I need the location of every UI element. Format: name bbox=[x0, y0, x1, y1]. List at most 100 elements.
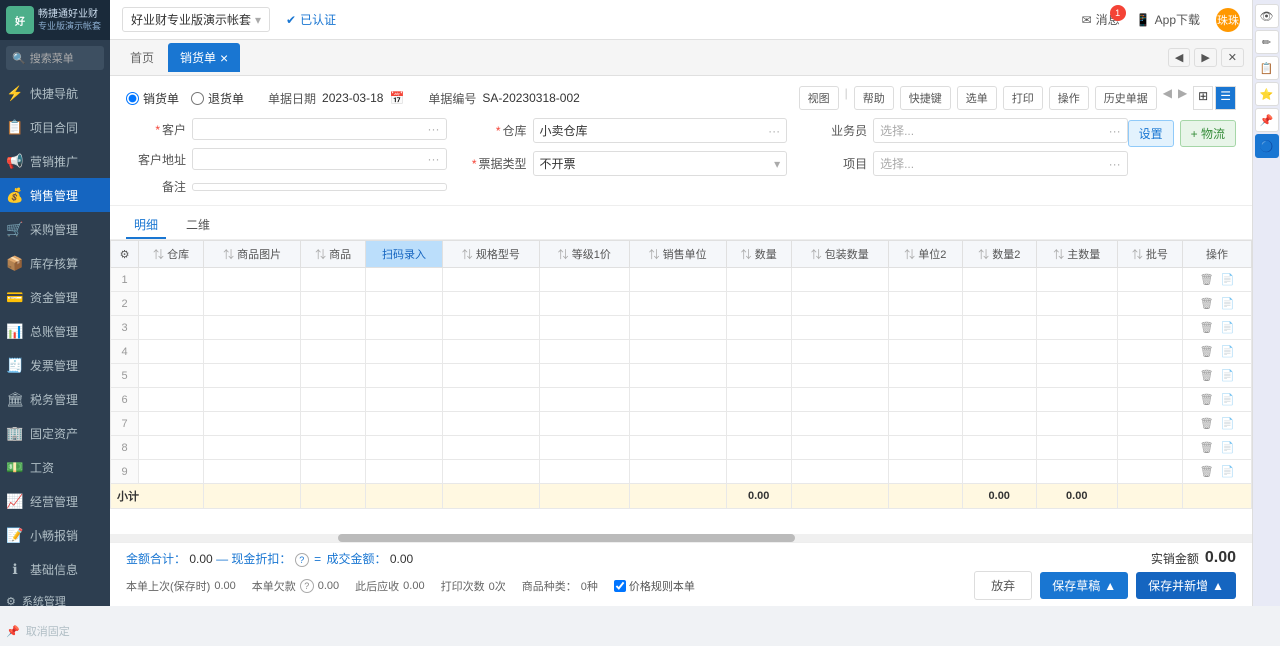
shortcut-button[interactable]: 快捷键 bbox=[900, 86, 951, 110]
tab-close-icon[interactable]: × bbox=[220, 50, 228, 66]
row-image[interactable] bbox=[204, 364, 301, 388]
right-panel-btn1[interactable]: 👁 bbox=[1255, 4, 1279, 28]
row-spec[interactable] bbox=[442, 460, 539, 484]
row-qty[interactable] bbox=[726, 268, 791, 292]
row-warehouse[interactable] bbox=[139, 340, 204, 364]
right-panel-btn5[interactable]: 📌 bbox=[1255, 108, 1279, 132]
sidebar-item-ledger[interactable]: 📊 总账管理 bbox=[0, 314, 110, 348]
row-qty2[interactable] bbox=[962, 364, 1036, 388]
tab-next-button[interactable]: ▶ bbox=[1194, 48, 1216, 67]
row-product[interactable] bbox=[301, 364, 366, 388]
row-main-qty[interactable] bbox=[1036, 460, 1117, 484]
row-scan[interactable] bbox=[366, 340, 443, 364]
row-scan[interactable] bbox=[366, 292, 443, 316]
row-image[interactable] bbox=[204, 268, 301, 292]
company-selector[interactable]: 好业财专业版演示帐套 ▾ bbox=[122, 7, 270, 32]
sidebar-item-marketing[interactable]: 📢 营销推广 bbox=[0, 144, 110, 178]
row-price1[interactable] bbox=[539, 316, 629, 340]
row-qty2[interactable] bbox=[962, 412, 1036, 436]
row-warehouse[interactable] bbox=[139, 388, 204, 412]
sidebar-item-assets[interactable]: 🏢 固定资产 bbox=[0, 416, 110, 450]
row-unit[interactable] bbox=[629, 340, 726, 364]
row-ops[interactable]: 🗑 📄 bbox=[1182, 364, 1251, 388]
sidebar-item-purchase[interactable]: 🛒 采购管理 bbox=[0, 212, 110, 246]
row-spec[interactable] bbox=[442, 268, 539, 292]
tab-home[interactable]: 首页 bbox=[118, 43, 166, 72]
row-scan[interactable] bbox=[366, 388, 443, 412]
row-product[interactable] bbox=[301, 412, 366, 436]
row-ops[interactable]: 🗑 📄 bbox=[1182, 292, 1251, 316]
row-warehouse[interactable] bbox=[139, 292, 204, 316]
row-warehouse[interactable] bbox=[139, 268, 204, 292]
copy-icon[interactable]: 📄 bbox=[1221, 370, 1235, 382]
row-unit2[interactable] bbox=[888, 292, 962, 316]
delete-icon[interactable]: 🗑 bbox=[1200, 322, 1214, 334]
row-unit2[interactable] bbox=[888, 388, 962, 412]
right-panel-btn3[interactable]: 📋 bbox=[1255, 56, 1279, 80]
row-unit[interactable] bbox=[629, 412, 726, 436]
row-main-qty[interactable] bbox=[1036, 364, 1117, 388]
search-menu-button[interactable]: 🔍 搜索菜单 bbox=[6, 46, 104, 70]
user-avatar[interactable]: 珠珠 bbox=[1216, 8, 1240, 32]
row-batch[interactable] bbox=[1117, 292, 1182, 316]
row-scan[interactable] bbox=[366, 436, 443, 460]
row-ops[interactable]: 🗑 📄 bbox=[1182, 460, 1251, 484]
row-batch[interactable] bbox=[1117, 388, 1182, 412]
customer-input[interactable]: ··· bbox=[192, 118, 447, 140]
sidebar-item-basic[interactable]: ℹ 基础信息 bbox=[0, 552, 110, 586]
delete-icon[interactable]: 🗑 bbox=[1200, 346, 1214, 358]
row-spec[interactable] bbox=[442, 364, 539, 388]
row-image[interactable] bbox=[204, 316, 301, 340]
row-price1[interactable] bbox=[539, 292, 629, 316]
row-pack-qty[interactable] bbox=[791, 436, 888, 460]
row-spec[interactable] bbox=[442, 412, 539, 436]
sidebar-item-quick-nav[interactable]: ⚡ 快捷导航 bbox=[0, 76, 110, 110]
sidebar-item-tax[interactable]: 🏛 税务管理 bbox=[0, 382, 110, 416]
save-draft-button[interactable]: 保存草稿 ▲ bbox=[1040, 572, 1128, 599]
row-spec[interactable] bbox=[442, 316, 539, 340]
row-batch[interactable] bbox=[1117, 316, 1182, 340]
salesman-input[interactable]: 选择... ··· bbox=[873, 118, 1128, 143]
row-product[interactable] bbox=[301, 388, 366, 412]
add-logistics-button[interactable]: + 物流 bbox=[1180, 120, 1236, 147]
row-unit2[interactable] bbox=[888, 316, 962, 340]
row-spec[interactable] bbox=[442, 340, 539, 364]
row-ops[interactable]: 🗑 📄 bbox=[1182, 436, 1251, 460]
row-scan[interactable] bbox=[366, 364, 443, 388]
row-unit2[interactable] bbox=[888, 436, 962, 460]
sidebar-item-system[interactable]: ⚙ 系统管理 bbox=[0, 586, 110, 616]
copy-icon[interactable]: 📄 bbox=[1221, 298, 1235, 310]
settings-button[interactable]: 设置 bbox=[1128, 120, 1174, 147]
row-scan[interactable] bbox=[366, 460, 443, 484]
invoice-select[interactable]: 不开票 ▾ bbox=[533, 151, 788, 176]
sidebar-item-sales[interactable]: 💰 销售管理 bbox=[0, 178, 110, 212]
row-qty[interactable] bbox=[726, 460, 791, 484]
delete-icon[interactable]: 🗑 bbox=[1200, 394, 1214, 406]
row-batch[interactable] bbox=[1117, 364, 1182, 388]
row-pack-qty[interactable] bbox=[791, 364, 888, 388]
calendar-icon[interactable]: 📅 bbox=[389, 91, 404, 105]
row-pack-qty[interactable] bbox=[791, 292, 888, 316]
copy-icon[interactable]: 📄 bbox=[1221, 346, 1235, 358]
row-ops[interactable]: 🗑 📄 bbox=[1182, 268, 1251, 292]
radio-sale-input[interactable] bbox=[126, 92, 139, 105]
table-scrollbar[interactable] bbox=[110, 534, 1252, 542]
project-dots[interactable]: ··· bbox=[1109, 157, 1121, 171]
sidebar-item-salary[interactable]: 💵 工资 bbox=[0, 450, 110, 484]
row-product[interactable] bbox=[301, 292, 366, 316]
row-price1[interactable] bbox=[539, 340, 629, 364]
row-price1[interactable] bbox=[539, 436, 629, 460]
row-pack-qty[interactable] bbox=[791, 412, 888, 436]
debt-help-icon[interactable]: ? bbox=[300, 579, 314, 593]
row-qty[interactable] bbox=[726, 436, 791, 460]
copy-icon[interactable]: 📄 bbox=[1221, 394, 1235, 406]
row-product[interactable] bbox=[301, 316, 366, 340]
message-button[interactable]: ✉ 1 消息 bbox=[1082, 11, 1120, 28]
row-price1[interactable] bbox=[539, 412, 629, 436]
right-panel-btn4[interactable]: ⭐ bbox=[1255, 82, 1279, 106]
row-qty[interactable] bbox=[726, 292, 791, 316]
row-spec[interactable] bbox=[442, 292, 539, 316]
warehouse-input[interactable]: 小卖仓库 ··· bbox=[533, 118, 788, 143]
row-main-qty[interactable] bbox=[1036, 436, 1117, 460]
tab-detail[interactable]: 明细 bbox=[126, 212, 166, 239]
